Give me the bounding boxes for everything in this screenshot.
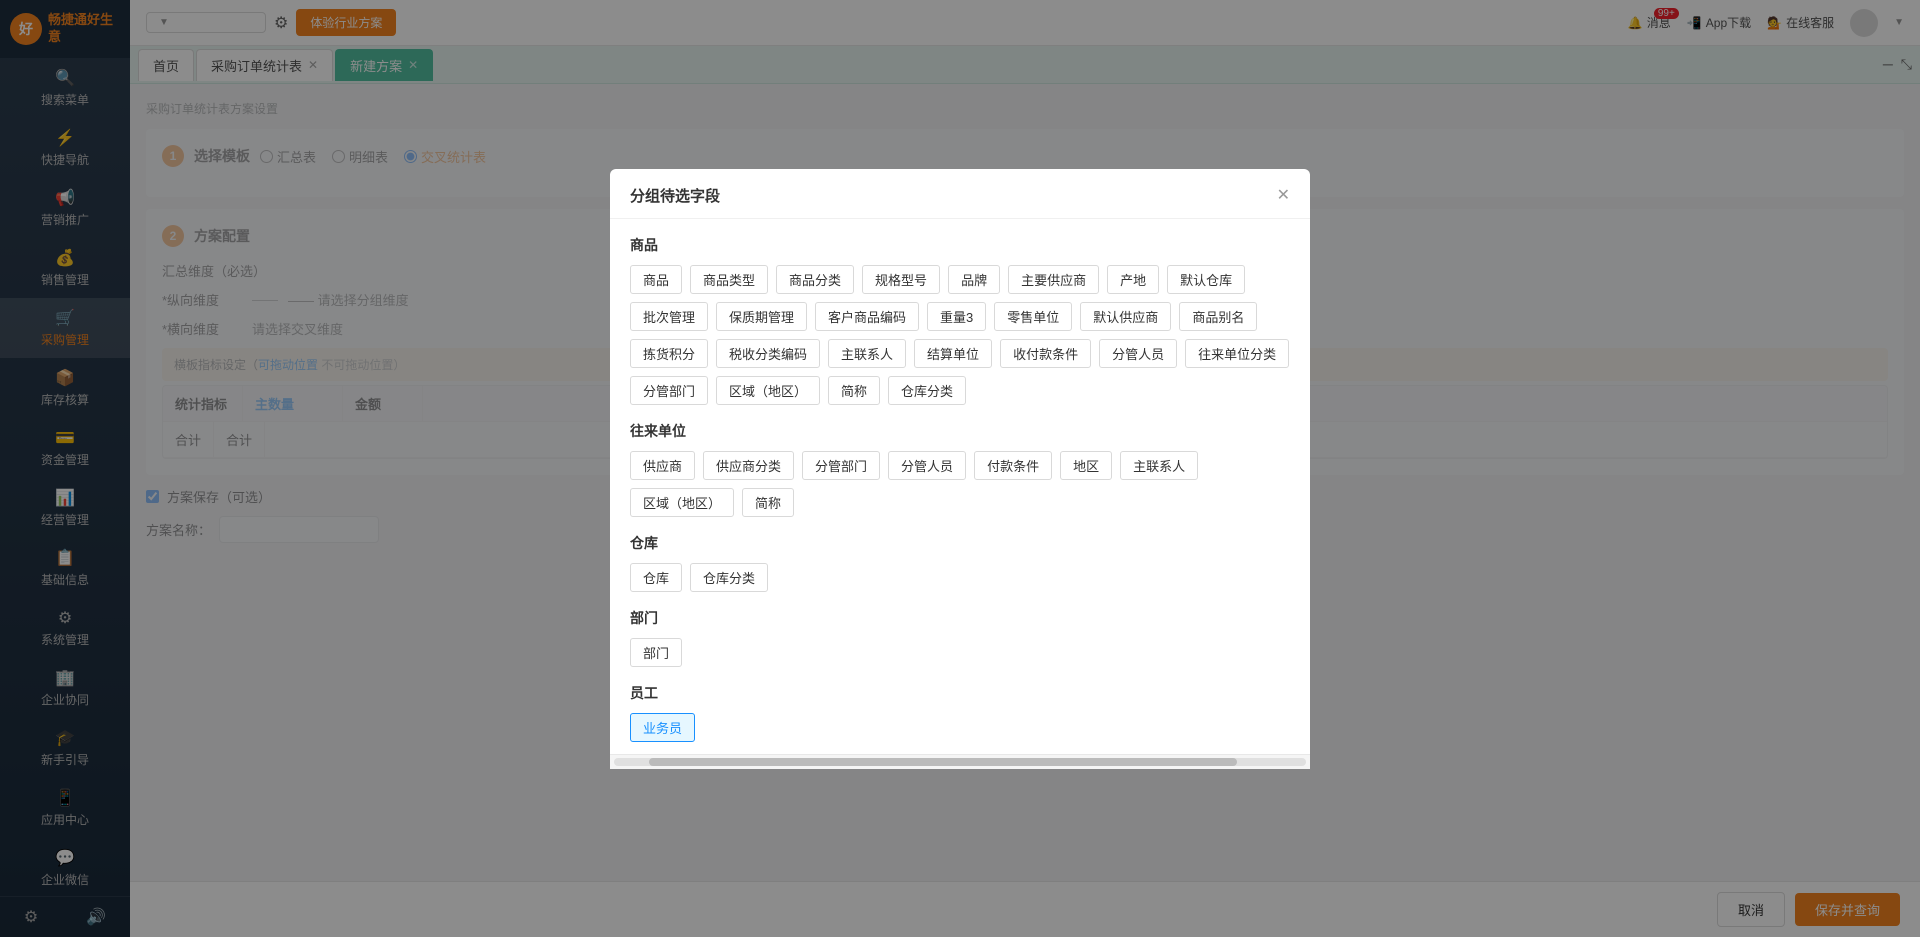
field-tag-short-name2[interactable]: 简称	[742, 488, 794, 517]
section-title-department: 部门	[630, 608, 1290, 628]
field-tag-region2[interactable]: 区域（地区）	[630, 488, 734, 517]
field-tag-short-name[interactable]: 简称	[828, 376, 880, 405]
field-tag-main-supplier[interactable]: 主要供应商	[1008, 265, 1099, 294]
field-tag-product-category[interactable]: 商品分类	[776, 265, 854, 294]
field-tag-retail-unit[interactable]: 零售单位	[994, 302, 1072, 331]
field-tag-customer-code[interactable]: 客户商品编码	[815, 302, 919, 331]
field-tag-supervisor2[interactable]: 分管人员	[888, 451, 966, 480]
modal-title: 分组待选字段	[630, 185, 720, 206]
section-title-product: 商品	[630, 235, 1290, 255]
field-tag-product[interactable]: 商品	[630, 265, 682, 294]
field-tag-spec-model[interactable]: 规格型号	[862, 265, 940, 294]
modal-header: 分组待选字段 ✕	[610, 169, 1310, 219]
field-tag-warehouse-category[interactable]: 仓库分类	[888, 376, 966, 405]
field-tag-payment-terms[interactable]: 收付款条件	[1000, 339, 1091, 368]
field-tag-product-alias[interactable]: 商品别名	[1179, 302, 1257, 331]
field-tag-supervisor[interactable]: 分管人员	[1099, 339, 1177, 368]
field-tag-payment-terms2[interactable]: 付款条件	[974, 451, 1052, 480]
field-section-counterparty: 往来单位 供应商 供应商分类 分管部门 分管人员 付款条件 地区 主联系人 区域…	[630, 421, 1290, 517]
field-tag-default-warehouse[interactable]: 默认仓库	[1167, 265, 1245, 294]
field-tag-settlement-unit[interactable]: 结算单位	[914, 339, 992, 368]
field-tag-partner-category[interactable]: 往来单位分类	[1185, 339, 1289, 368]
field-tag-brand[interactable]: 品牌	[948, 265, 1000, 294]
section-title-counterparty: 往来单位	[630, 421, 1290, 441]
warehouse-field-tags: 仓库 仓库分类	[630, 563, 1290, 592]
field-tag-department[interactable]: 部门	[630, 638, 682, 667]
field-tag-warehouse2[interactable]: 仓库	[630, 563, 682, 592]
field-section-product: 商品 商品 商品类型 商品分类 规格型号 品牌 主要供应商 产地 默认仓库 批次…	[630, 235, 1290, 405]
product-field-tags: 商品 商品类型 商品分类 规格型号 品牌 主要供应商 产地 默认仓库 批次管理 …	[630, 265, 1290, 405]
modal-body: 商品 商品 商品类型 商品分类 规格型号 品牌 主要供应商 产地 默认仓库 批次…	[610, 219, 1310, 755]
field-tag-sales-person[interactable]: 业务员	[630, 713, 695, 742]
section-title-warehouse: 仓库	[630, 533, 1290, 553]
field-tag-tax-code[interactable]: 税收分类编码	[716, 339, 820, 368]
field-tag-warehouse-cat2[interactable]: 仓库分类	[690, 563, 768, 592]
field-tag-main-contact[interactable]: 主联系人	[828, 339, 906, 368]
field-tag-dept2[interactable]: 分管部门	[802, 451, 880, 480]
field-selection-modal: 分组待选字段 ✕ 商品 商品 商品类型 商品分类 规格型号 品牌 主要供应商 产…	[610, 169, 1310, 769]
modal-overlay: 分组待选字段 ✕ 商品 商品 商品类型 商品分类 规格型号 品牌 主要供应商 产…	[0, 0, 1920, 937]
field-tag-weight[interactable]: 重量3	[927, 302, 986, 331]
field-tag-default-supplier[interactable]: 默认供应商	[1080, 302, 1171, 331]
field-tag-supplier[interactable]: 供应商	[630, 451, 695, 480]
field-section-warehouse: 仓库 仓库 仓库分类	[630, 533, 1290, 592]
field-tag-pick-points[interactable]: 拣货积分	[630, 339, 708, 368]
field-section-department: 部门 部门	[630, 608, 1290, 667]
field-tag-region[interactable]: 区域（地区）	[716, 376, 820, 405]
employee-field-tags: 业务员	[630, 713, 1290, 742]
modal-close-button[interactable]: ✕	[1277, 185, 1290, 205]
department-field-tags: 部门	[630, 638, 1290, 667]
section-title-employee: 员工	[630, 683, 1290, 703]
field-section-employee: 员工 业务员	[630, 683, 1290, 742]
hscroll-thumb[interactable]	[649, 758, 1237, 766]
field-tag-supplier-category[interactable]: 供应商分类	[703, 451, 794, 480]
field-tag-product-type[interactable]: 商品类型	[690, 265, 768, 294]
modal-hscrollbar[interactable]	[610, 754, 1310, 769]
counterparty-field-tags: 供应商 供应商分类 分管部门 分管人员 付款条件 地区 主联系人 区域（地区） …	[630, 451, 1290, 517]
field-tag-district[interactable]: 地区	[1060, 451, 1112, 480]
field-tag-origin[interactable]: 产地	[1107, 265, 1159, 294]
field-tag-shelf-life[interactable]: 保质期管理	[716, 302, 807, 331]
field-tag-batch-mgmt[interactable]: 批次管理	[630, 302, 708, 331]
field-tag-main-contact2[interactable]: 主联系人	[1120, 451, 1198, 480]
field-tag-dept[interactable]: 分管部门	[630, 376, 708, 405]
